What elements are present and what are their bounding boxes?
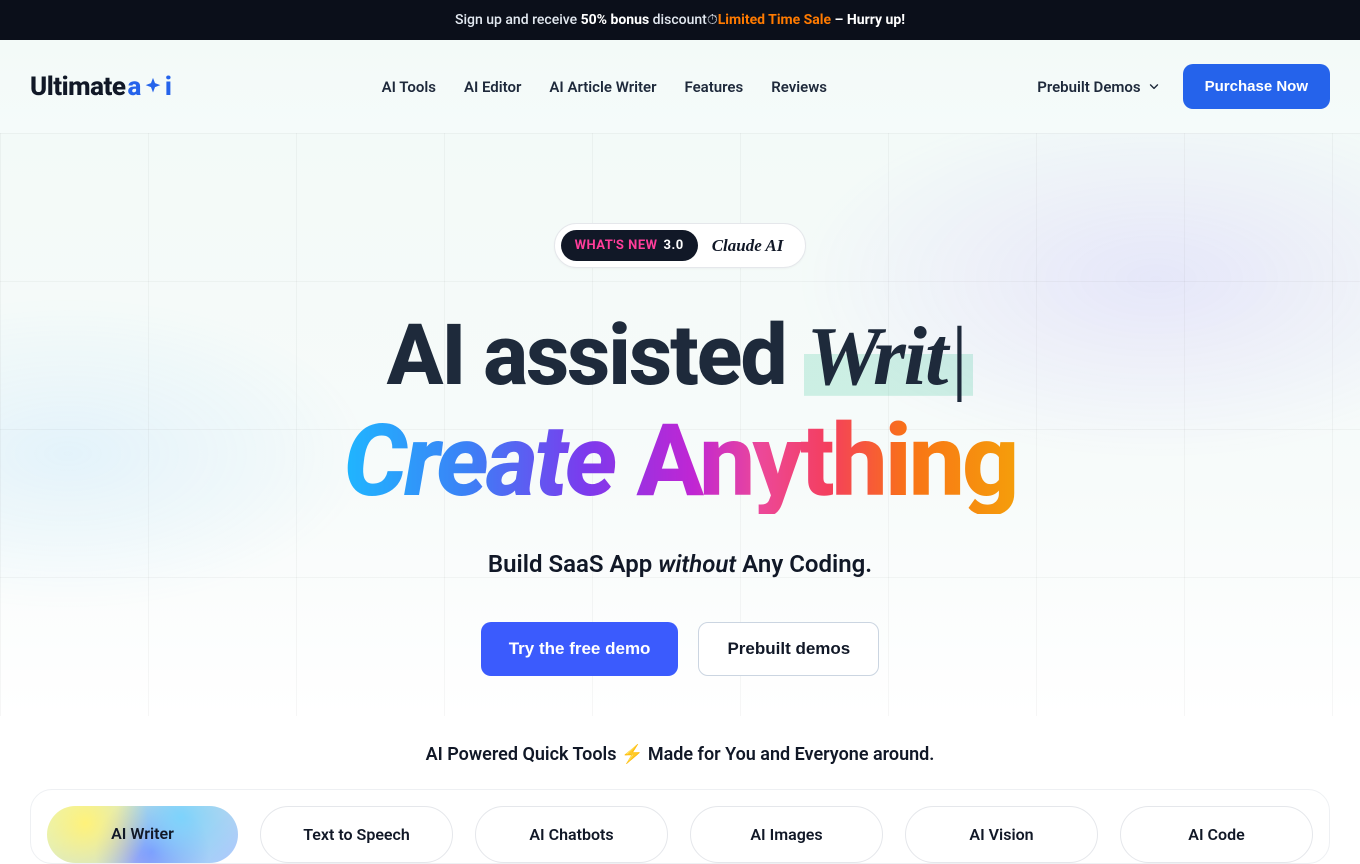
banner-bonus: 50% bonus xyxy=(581,12,650,28)
prebuilt-demos-dropdown[interactable]: Prebuilt Demos xyxy=(1037,78,1160,96)
hero-section: WHAT'S NEW 3.0 Claude AI AI assisted Wri… xyxy=(0,133,1360,716)
hero-subtitle: Create Anything xyxy=(344,409,1017,514)
try-free-demo-button[interactable]: Try the free demo xyxy=(481,622,679,676)
prebuilt-demos-button[interactable]: Prebuilt demos xyxy=(698,622,879,676)
header-actions: Prebuilt Demos Purchase Now xyxy=(1037,64,1330,109)
main-nav: AI Tools AI Editor AI Article Writer Fea… xyxy=(382,78,827,96)
prebuilt-demos-label: Prebuilt Demos xyxy=(1037,78,1140,96)
tool-ai-images[interactable]: AI Images xyxy=(690,806,883,863)
hero-title: AI assisted Writ| xyxy=(20,312,1340,401)
site-header: Ultimate a i AI Tools AI Editor AI Artic… xyxy=(0,40,1360,133)
hero-title-script-word: Writ xyxy=(806,310,946,403)
hero-cta-row: Try the free demo Prebuilt demos xyxy=(20,622,1340,676)
timer-icon: ⏱ xyxy=(707,12,718,28)
logo-letter-i: i xyxy=(165,72,172,102)
nav-reviews[interactable]: Reviews xyxy=(771,78,827,96)
tools-caption: AI Powered Quick Tools ⚡ Made for You an… xyxy=(0,744,1360,765)
whats-new-version: 3.0 xyxy=(664,238,684,253)
logo[interactable]: Ultimate a i xyxy=(30,72,171,102)
tools-row: AI Writer Text to Speech AI Chatbots AI … xyxy=(30,789,1330,864)
nav-features[interactable]: Features xyxy=(685,78,744,96)
banner-prefix: Sign up and receive xyxy=(455,12,581,28)
tagline-em: without xyxy=(658,550,736,578)
nav-ai-editor[interactable]: AI Editor xyxy=(464,78,521,96)
purchase-now-button[interactable]: Purchase Now xyxy=(1183,64,1330,109)
whats-new-text: WHAT'S NEW xyxy=(575,238,658,253)
banner-hurry: Hurry up! xyxy=(847,12,905,28)
chevron-down-icon xyxy=(1147,80,1161,94)
whats-new-feature: Claude AI xyxy=(712,236,784,256)
tagline-after: Any Coding. xyxy=(736,550,872,578)
promo-banner: Sign up and receive 50% bonus discount⏱L… xyxy=(0,0,1360,40)
tool-ai-vision[interactable]: AI Vision xyxy=(905,806,1098,863)
banner-discount: discount xyxy=(649,12,707,28)
banner-sale: Limited Time Sale xyxy=(718,12,831,28)
tool-ai-chatbots[interactable]: AI Chatbots xyxy=(475,806,668,863)
tool-text-to-speech[interactable]: Text to Speech xyxy=(260,806,453,863)
logo-text-ai: a i xyxy=(127,72,171,102)
tool-ai-writer[interactable]: AI Writer xyxy=(47,806,238,863)
hero-sub-create: Create xyxy=(344,403,615,520)
nav-ai-tools[interactable]: AI Tools xyxy=(382,78,436,96)
nav-ai-article-writer[interactable]: AI Article Writer xyxy=(549,78,656,96)
tool-ai-code[interactable]: AI Code xyxy=(1120,806,1313,863)
hero-title-script: Writ| xyxy=(804,310,973,403)
hero-title-plain: AI assisted xyxy=(387,306,786,405)
hero-tagline: Build SaaS App without Any Coding. xyxy=(20,550,1340,578)
whats-new-badge: WHAT'S NEW 3.0 xyxy=(561,230,698,261)
tagline-before: Build SaaS App xyxy=(488,550,658,578)
logo-text-main: Ultimate xyxy=(30,72,125,102)
hero-sub-anything: Anything xyxy=(615,403,1017,520)
logo-letter-a: a xyxy=(127,72,140,102)
sparkle-icon xyxy=(142,76,164,98)
typing-caret: | xyxy=(946,310,967,403)
whats-new-pill[interactable]: WHAT'S NEW 3.0 Claude AI xyxy=(554,223,807,268)
banner-spacer: – xyxy=(831,12,847,28)
